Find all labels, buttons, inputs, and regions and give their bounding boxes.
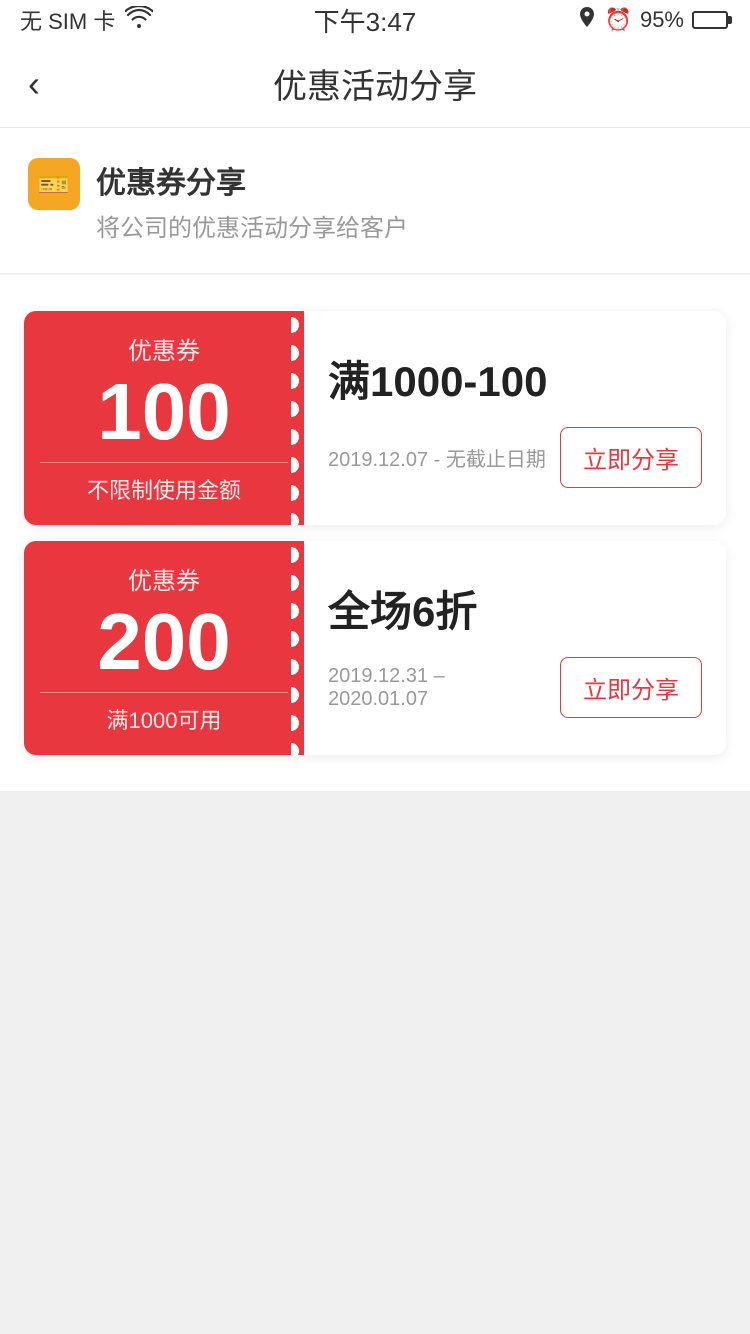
coupon-left-2: 优惠券 200 满1000可用 [24,541,304,755]
coupon-label-2: 优惠券 [128,561,200,596]
coupon-date-1: 2019.12.07 - 无截止日期 [328,443,548,472]
wifi-icon [125,6,153,34]
coupon-right-1: 满1000-100 2019.12.07 - 无截止日期 立即分享 [304,311,726,525]
status-right: ⏰ 95% [577,6,730,34]
status-time: 下午3:47 [314,2,417,39]
coupon-footer-1: 2019.12.07 - 无截止日期 立即分享 [328,427,702,488]
back-button[interactable]: ‹ [28,66,40,102]
nav-bar: ‹ 优惠活动分享 [0,40,750,128]
location-icon [577,6,597,34]
battery-icon [692,11,730,29]
coupon-item-2: 优惠券 200 满1000可用 全场6折 2019.12.31 – 2020.0… [24,541,726,755]
bottom-area [0,791,750,1291]
alarm-icon: ⏰ [605,7,632,33]
coupon-item: 优惠券 100 不限制使用金额 满1000-100 2019.12.07 - 无… [24,311,726,525]
share-button-1[interactable]: 立即分享 [560,427,702,488]
section-title: 优惠券分享 [96,158,408,202]
coupon-title-2: 全场6折 [328,578,702,639]
coupon-label-1: 优惠券 [128,331,200,366]
section-text: 优惠券分享 将公司的优惠活动分享给客户 [96,158,408,243]
status-left: 无 SIM 卡 [20,4,153,36]
coupon-date-2: 2019.12.31 – 2020.01.07 [328,665,548,711]
page-title: 优惠活动分享 [273,59,477,108]
coupon-footer-2: 2019.12.31 – 2020.01.07 立即分享 [328,657,702,718]
status-bar: 无 SIM 卡 下午3:47 ⏰ 95% [0,0,750,40]
coupon-condition-1: 不限制使用金额 [40,462,288,505]
coupon-left-1: 优惠券 100 不限制使用金额 [24,311,304,525]
coupon-list: 优惠券 100 不限制使用金额 满1000-100 2019.12.07 - 无… [0,275,750,791]
carrier-text: 无 SIM 卡 [20,4,115,36]
coupon-right-2: 全场6折 2019.12.31 – 2020.01.07 立即分享 [304,541,726,755]
coupon-title-1: 满1000-100 [328,348,702,409]
coupon-amount-2: 200 [97,602,230,682]
section-header: 🎫 优惠券分享 将公司的优惠活动分享给客户 [0,128,750,273]
coupon-icon: 🎫 [38,169,70,200]
battery-percent: 95% [640,7,684,33]
share-button-2[interactable]: 立即分享 [560,657,702,718]
section-subtitle: 将公司的优惠活动分享给客户 [96,208,408,243]
section-icon: 🎫 [28,158,80,210]
coupon-amount-1: 100 [97,372,230,452]
coupon-condition-2: 满1000可用 [40,692,288,735]
